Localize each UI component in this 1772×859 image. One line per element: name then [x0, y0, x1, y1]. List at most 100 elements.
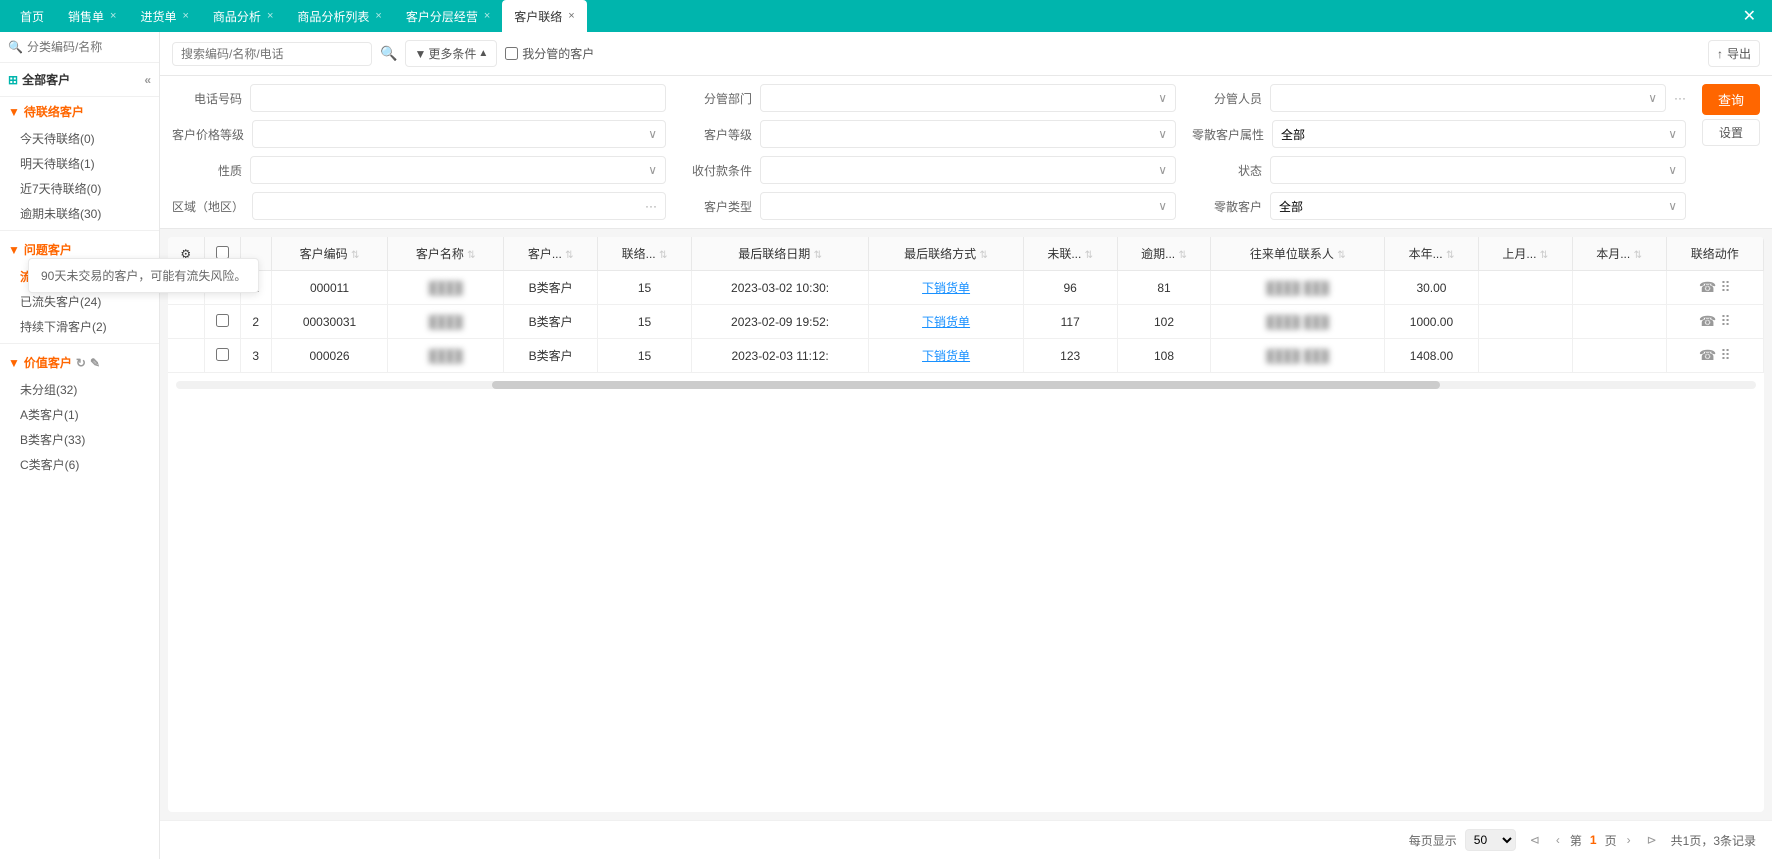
action-contact-icon-0[interactable]: ☎ — [1699, 279, 1716, 296]
zero-attr-select[interactable]: 全部 ∨ — [1272, 120, 1686, 148]
close-tab-sales[interactable]: × — [110, 10, 116, 22]
sidebar-item-overdue[interactable]: 逾期未联络(30) — [0, 201, 159, 226]
cell-last-contact-method-1[interactable]: 下销货单 — [869, 305, 1023, 339]
zero-attr-label: 零散客户属性 — [1192, 126, 1264, 143]
close-tab-purchase[interactable]: × — [182, 10, 188, 22]
sidebar-item-classA[interactable]: A类客户(1) — [0, 402, 159, 427]
sidebar-group-valued[interactable]: ▼ 价值客户 ↻ ✎ — [0, 348, 159, 377]
action-contact-icon-2[interactable]: ☎ — [1699, 347, 1716, 364]
scrollbar-thumb[interactable] — [492, 381, 1440, 389]
sidebar-group-valued-items: 未分组(32) A类客户(1) B类客户(33) C类客户(6) — [0, 377, 159, 477]
tab-customer-contact[interactable]: 客户联络 × — [502, 0, 586, 32]
sidebar-item-today[interactable]: 今天待联络(0) — [0, 126, 159, 151]
bottom-scrollbar[interactable] — [168, 373, 1764, 397]
setting-button[interactable]: 设置 — [1702, 119, 1760, 146]
customer-type-select[interactable]: ∨ — [760, 192, 1176, 220]
cell-uncontacted-1: 117 — [1023, 305, 1117, 339]
my-customers-filter[interactable]: 我分管的客户 — [505, 45, 594, 62]
tab-purchase[interactable]: 进货单 × — [128, 0, 200, 32]
row-checkbox-2[interactable] — [216, 348, 229, 361]
action-more-icon-0[interactable]: ⠿ — [1720, 279, 1730, 296]
sidebar-item-classC[interactable]: C类客户(6) — [0, 452, 159, 477]
query-button[interactable]: 查询 — [1702, 84, 1760, 115]
last-page-button[interactable]: ⊳ — [1641, 831, 1663, 849]
phone-label: 电话号码 — [172, 90, 242, 107]
cell-last-contact-method-2[interactable]: 下销货单 — [869, 339, 1023, 373]
tab-home[interactable]: 首页 — [8, 0, 56, 32]
first-page-button[interactable]: ⊲ — [1524, 831, 1546, 849]
th-this-month[interactable]: 本月... — [1572, 237, 1666, 271]
payment-chevron-icon: ∨ — [1158, 163, 1167, 177]
sidebar-item-7days[interactable]: 近7天待联络(0) — [0, 176, 159, 201]
sidebar-all-customers[interactable]: ⊞ 全部客户 « — [0, 63, 159, 97]
customer-type-chevron-icon: ∨ — [1158, 199, 1167, 213]
person-select[interactable]: ∨ — [1270, 84, 1666, 112]
cell-checkbox-2[interactable] — [204, 339, 240, 373]
tab-analysis-list[interactable]: 商品分析列表 × — [285, 0, 393, 32]
tab-customer-layer[interactable]: 客户分层经营 × — [394, 0, 502, 32]
close-tab-customer-contact[interactable]: × — [568, 10, 574, 22]
customer-level-select[interactable]: ∨ — [760, 120, 1176, 148]
arrow-icon-2: ▼ — [8, 243, 20, 257]
status-select[interactable]: ∨ — [1270, 156, 1686, 184]
next-page-button[interactable]: › — [1621, 831, 1637, 849]
filter-more-conditions-button[interactable]: ▼ 更多条件 ▲ — [405, 40, 497, 67]
close-tab-customer-layer[interactable]: × — [484, 10, 490, 22]
gender-select[interactable]: ∨ — [250, 156, 666, 184]
filter-search-input[interactable] — [172, 42, 372, 66]
cell-index-2: 3 — [240, 339, 271, 373]
filter-row-1: 电话号码 分管部门 ∨ 分管人员 — [172, 84, 1686, 112]
window-close-button[interactable]: ✕ — [1735, 6, 1764, 26]
th-uncontacted[interactable]: 未联... — [1023, 237, 1117, 271]
close-tab-analysis[interactable]: × — [267, 10, 273, 22]
page-size-select[interactable]: 50 100 200 — [1465, 829, 1516, 851]
th-name[interactable]: 客户名称 — [388, 237, 504, 271]
th-this-year[interactable]: 本年... — [1385, 237, 1479, 271]
action-more-icon-1[interactable]: ⠿ — [1720, 313, 1730, 330]
sidebar-item-declining[interactable]: 持续下滑客户(2) — [0, 314, 159, 339]
close-tab-analysis-list[interactable]: × — [375, 10, 381, 22]
select-all-checkbox[interactable] — [216, 246, 229, 259]
advanced-filter-panel: 电话号码 分管部门 ∨ 分管人员 — [160, 76, 1772, 229]
my-customers-checkbox[interactable] — [505, 47, 518, 60]
cell-last-contact-method-0[interactable]: 下销货单 — [869, 271, 1023, 305]
region-select[interactable]: ··· — [252, 192, 666, 220]
region-dots-icon[interactable]: ··· — [645, 199, 657, 213]
th-unit-contact[interactable]: 往来单位联系人 — [1211, 237, 1385, 271]
person-more-icon[interactable]: ··· — [1674, 91, 1686, 105]
sidebar-divider-1 — [0, 230, 159, 231]
sidebar-item-ungroup[interactable]: 未分组(32) — [0, 377, 159, 402]
prev-page-button[interactable]: ‹ — [1550, 831, 1566, 849]
action-contact-icon-1[interactable]: ☎ — [1699, 313, 1716, 330]
sidebar-item-tomorrow[interactable]: 明天待联络(1) — [0, 151, 159, 176]
sidebar-item-classB[interactable]: B类客户(33) — [0, 427, 159, 452]
cell-action-1: ☎ ⠿ — [1666, 305, 1764, 339]
valued-edit-icon[interactable]: ✎ — [90, 356, 100, 370]
price-level-select[interactable]: ∨ — [252, 120, 666, 148]
cell-last-month-0 — [1478, 271, 1572, 305]
valued-refresh-icon[interactable]: ↻ — [76, 356, 86, 370]
sidebar-group-pending-items: 今天待联络(0) 明天待联络(1) 近7天待联络(0) 逾期未联络(30) — [0, 126, 159, 226]
tab-sales[interactable]: 销售单 × — [56, 0, 128, 32]
th-last-contact-date[interactable]: 最后联络日期 — [691, 237, 868, 271]
zero-customer-select[interactable]: 全部 ∨ — [1270, 192, 1686, 220]
row-checkbox-1[interactable] — [216, 314, 229, 327]
cell-checkbox-1[interactable] — [204, 305, 240, 339]
tab-analysis[interactable]: 商品分析 × — [201, 0, 285, 32]
dept-select[interactable]: ∨ — [760, 84, 1176, 112]
dept-chevron-icon: ∨ — [1158, 91, 1167, 105]
action-more-icon-2[interactable]: ⠿ — [1720, 347, 1730, 364]
payment-select[interactable]: ∨ — [760, 156, 1176, 184]
th-contact[interactable]: 联络... — [598, 237, 692, 271]
th-last-month[interactable]: 上月... — [1478, 237, 1572, 271]
sidebar-group-pending[interactable]: ▼ 待联络客户 — [0, 97, 159, 126]
sidebar-search-input[interactable] — [27, 40, 151, 54]
filter-search-button[interactable]: 🔍 — [380, 45, 397, 62]
sidebar-collapse-btn[interactable]: « — [144, 73, 151, 87]
th-last-contact-method[interactable]: 最后联络方式 — [869, 237, 1023, 271]
th-type[interactable]: 客户... — [504, 237, 598, 271]
phone-input[interactable] — [250, 84, 666, 112]
export-button[interactable]: ↑ 导出 — [1708, 40, 1760, 67]
th-code[interactable]: 客户编码 — [271, 237, 387, 271]
th-overdue[interactable]: 逾期... — [1117, 237, 1211, 271]
